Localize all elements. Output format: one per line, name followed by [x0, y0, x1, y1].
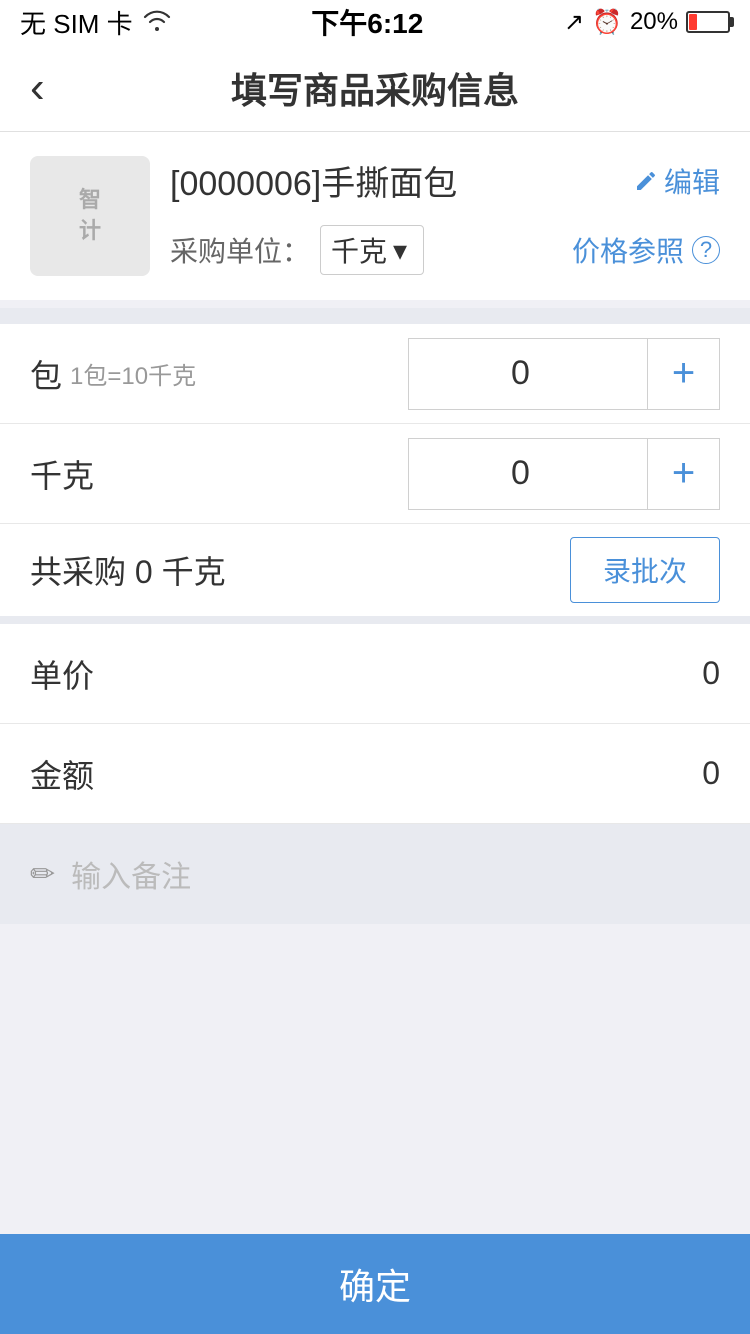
unit-label: 采购单位： 千克 ▾ [170, 225, 424, 275]
note-section[interactable]: ✏ 输入备注 [0, 824, 750, 924]
quantity-input-section: 包 1包=10千克 + 千克 + [0, 324, 750, 524]
unit-price-value: 0 [702, 655, 720, 692]
back-button[interactable]: ‹ [30, 66, 45, 110]
pencil-icon: ✏ [30, 857, 55, 892]
unit-price-row: 单价 0 [0, 624, 750, 724]
location-icon: ↗ [564, 8, 584, 37]
product-name-row: [0000006]手撕面包 编辑 [170, 156, 720, 205]
kg-quantity-input[interactable] [408, 438, 648, 510]
unit-select[interactable]: 千克 ▾ [320, 225, 424, 275]
wifi-icon [143, 7, 171, 38]
carrier-label: 无 SIM 卡 [20, 4, 133, 41]
bag-input-group: + [408, 338, 720, 410]
kg-input-row: 千克 + [0, 424, 750, 524]
summary-row: 共采购 0 千克 录批次 [0, 524, 750, 624]
status-time: 下午6:12 [311, 2, 423, 42]
summary-text: 共采购 0 千克 [30, 547, 226, 593]
product-thumbnail: 智 计 [30, 156, 150, 276]
battery-icon [686, 11, 730, 33]
status-left: 无 SIM 卡 [20, 4, 171, 41]
bag-input-row: 包 1包=10千克 + [0, 324, 750, 424]
status-bar: 无 SIM 卡 下午6:12 ↗ ⏰ 20% [0, 0, 750, 44]
alarm-icon: ⏰ [592, 8, 622, 37]
nav-bar: ‹ 填写商品采购信息 [0, 44, 750, 132]
amount-label: 金额 [30, 751, 94, 797]
dropdown-icon: ▾ [393, 234, 407, 267]
kg-input-group: + [408, 438, 720, 510]
section-divider-1 [0, 308, 750, 324]
product-info: [0000006]手撕面包 编辑 采购单位： 千克 ▾ 价格参照 ? [170, 156, 720, 275]
kg-plus-button[interactable]: + [648, 438, 720, 510]
bag-quantity-input[interactable] [408, 338, 648, 410]
edit-button[interactable]: 编辑 [634, 161, 720, 201]
unit-price-label: 单价 [30, 651, 94, 697]
kg-label: 千克 [30, 451, 94, 497]
record-batch-button[interactable]: 录批次 [570, 537, 720, 603]
battery-pct: 20% [630, 8, 678, 36]
unit-row: 采购单位： 千克 ▾ 价格参照 ? [170, 225, 720, 275]
bag-plus-button[interactable]: + [648, 338, 720, 410]
bag-label: 包 [30, 351, 62, 397]
amount-value: 0 [702, 755, 720, 792]
amount-row: 金额 0 [0, 724, 750, 824]
product-logo: 智 计 [79, 185, 101, 247]
product-card: 智 计 [0000006]手撕面包 编辑 采购单位： 千克 ▾ [0, 132, 750, 308]
note-placeholder-text: 输入备注 [71, 852, 191, 896]
product-name: [0000006]手撕面包 [170, 156, 457, 205]
bag-sublabel: 1包=10千克 [70, 356, 196, 391]
price-ref-button[interactable]: 价格参照 ? [572, 230, 720, 270]
status-right: ↗ ⏰ 20% [564, 8, 730, 37]
price-section: 单价 0 金额 0 [0, 624, 750, 824]
help-icon: ? [692, 236, 720, 264]
confirm-button-label: 确定 [339, 1258, 411, 1310]
page-title: 填写商品采购信息 [231, 62, 519, 114]
confirm-button[interactable]: 确定 [0, 1234, 750, 1334]
